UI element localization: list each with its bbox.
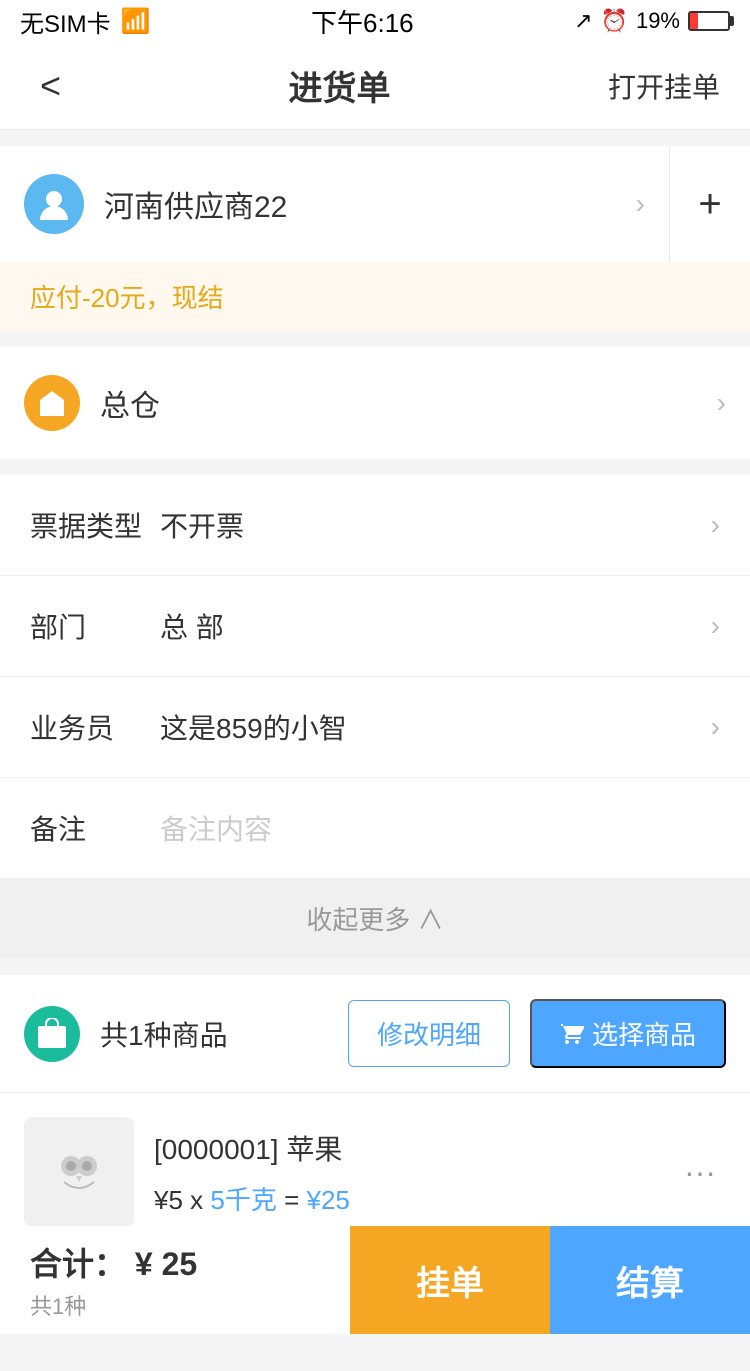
total-label: 合计： [30, 1246, 126, 1282]
product-qty: 5千克 [210, 1185, 276, 1215]
product-count-icon [24, 1006, 80, 1062]
open-hang-button[interactable]: 打开挂单 [608, 66, 720, 106]
product-more-button[interactable]: ··· [674, 1144, 726, 1201]
collapse-bar[interactable]: 收起更多 ∧ [0, 878, 750, 959]
supplier-selector[interactable]: 河南供应商22 › [0, 146, 670, 262]
remark-label: 备注 [30, 808, 160, 848]
hang-button[interactable]: 挂单 [350, 1226, 550, 1334]
total-amount: ¥ 25 [135, 1246, 197, 1282]
footer-bar: 合计： ¥ 25 共1种 挂单 结算 [0, 1226, 750, 1334]
back-button[interactable]: < [30, 55, 71, 117]
status-right: ↗ ⏰ 19% [574, 8, 730, 34]
product-name: [0000001] 苹果 [154, 1128, 654, 1168]
department-label: 部门 [30, 606, 160, 646]
warehouse-icon [24, 375, 80, 431]
products-header: 共1种商品 修改明细 选择商品 [0, 975, 750, 1092]
add-supplier-button[interactable]: + [670, 146, 750, 262]
invoice-type-row[interactable]: 票据类型 不开票 › [0, 475, 750, 576]
product-equals: = [284, 1185, 306, 1215]
select-product-label: 选择商品 [592, 1015, 696, 1052]
salesperson-row[interactable]: 业务员 这是859的小智 › [0, 677, 750, 778]
chevron-right-icon: › [636, 188, 645, 220]
salesperson-label: 业务员 [30, 707, 160, 747]
warehouse-name: 总仓 [100, 381, 717, 425]
remark-placeholder[interactable]: 备注内容 [160, 808, 720, 848]
supplier-section: 河南供应商22 › + [0, 146, 750, 262]
footer-total: 合计： ¥ 25 共1种 [0, 1239, 350, 1321]
status-bar: 无SIM卡 📶 下午6:16 ↗ ⏰ 19% [0, 0, 750, 42]
notice-bar: 应付-20元，现结 [0, 262, 750, 331]
edit-detail-button[interactable]: 修改明细 [348, 1000, 510, 1067]
invoice-type-label: 票据类型 [30, 505, 160, 545]
nav-bar: < 进货单 打开挂单 [0, 42, 750, 130]
product-image [49, 1142, 109, 1202]
form-section: 票据类型 不开票 › 部门 总 部 › 业务员 这是859的小智 › 备注 备注… [0, 475, 750, 878]
carrier-label: 无SIM卡 [20, 4, 111, 39]
salesperson-value: 这是859的小智 [160, 707, 711, 747]
location-icon: ↗ [574, 8, 592, 34]
supplier-avatar [24, 174, 84, 234]
invoice-type-value: 不开票 [160, 505, 711, 545]
status-left: 无SIM卡 📶 [20, 4, 151, 39]
remark-row[interactable]: 备注 备注内容 [0, 778, 750, 878]
battery-label: 19% [636, 8, 680, 34]
checkout-button[interactable]: 结算 [550, 1226, 750, 1334]
footer-total-count: 共1种 [30, 1289, 320, 1321]
wifi-icon: 📶 [121, 7, 151, 36]
product-count-text: 共1种商品 [100, 1014, 328, 1054]
product-total: ¥25 [307, 1185, 350, 1215]
department-row[interactable]: 部门 总 部 › [0, 576, 750, 677]
warehouse-section[interactable]: 总仓 › [0, 347, 750, 459]
cart-icon [560, 1022, 584, 1046]
page-title: 进货单 [289, 61, 391, 110]
product-thumbnail [24, 1117, 134, 1227]
supplier-name: 河南供应商22 [104, 182, 636, 226]
product-unit-price: ¥5 x [154, 1185, 210, 1215]
footer-total-amount: 合计： ¥ 25 [30, 1239, 320, 1285]
alarm-icon: ⏰ [601, 8, 628, 34]
salesperson-chevron: › [711, 711, 720, 743]
battery-icon [688, 11, 730, 31]
product-price: ¥5 x 5千克 = ¥25 [154, 1180, 654, 1217]
warehouse-chevron-icon: › [717, 387, 726, 419]
department-chevron: › [711, 610, 720, 642]
status-time: 下午6:16 [311, 3, 414, 40]
department-value: 总 部 [160, 606, 711, 646]
product-info: [0000001] 苹果 ¥5 x 5千克 = ¥25 [154, 1128, 654, 1217]
invoice-type-chevron: › [711, 509, 720, 541]
select-product-button[interactable]: 选择商品 [530, 999, 726, 1068]
